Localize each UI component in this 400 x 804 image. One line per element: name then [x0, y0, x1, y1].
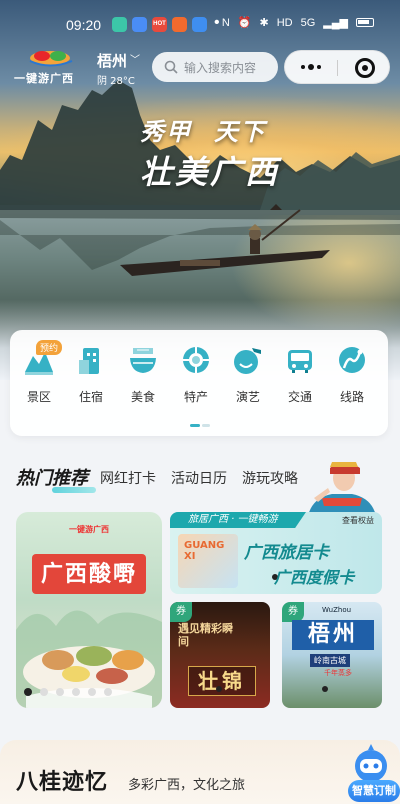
card-wuzhou[interactable]: 券 WuZhou 梧州 岭南古城 千年蒸多: [282, 602, 382, 708]
chevron-down-icon: ﹀: [130, 55, 141, 66]
hot-app-icon: HOT: [152, 17, 167, 32]
system-icons: N ⏰ ✱ HD 5G ▂▄▆: [222, 16, 374, 29]
category-food[interactable]: 美食: [118, 344, 168, 405]
mini-program-capsule: [284, 50, 390, 84]
category-performance[interactable]: 演艺: [223, 344, 273, 405]
smart-custom-button[interactable]: 智慧订制: [348, 780, 400, 802]
section-subtitle: 多彩广西，文化之旅: [128, 778, 246, 793]
route-icon: [339, 347, 365, 373]
banner-head: 旅居广西 · 一键畅游: [170, 512, 306, 528]
tab-travel-guide[interactable]: 游玩攻略: [242, 468, 298, 490]
coupon-badge: 券: [170, 602, 192, 622]
category-label: 景区: [26, 390, 51, 404]
thumb-text: GUANG XI: [184, 540, 225, 562]
city-selector[interactable]: 梧州 ﹀ 阴 28°C: [97, 50, 140, 87]
notification-app-icon: [132, 17, 147, 32]
slogan-main: 壮美广西: [140, 153, 281, 191]
guide-character-image: [308, 462, 376, 516]
carousel-dots: [24, 688, 112, 696]
specialty-icon: [183, 347, 209, 373]
card-title: 壮锦: [188, 666, 256, 696]
category-label: 演艺: [235, 390, 260, 404]
transport-icon: [288, 350, 312, 373]
search-placeholder: 输入搜索内容: [184, 60, 257, 75]
hotel-icon: [79, 348, 99, 374]
category-label: 交通: [287, 390, 312, 404]
weather: 阴 28°C: [97, 76, 135, 87]
logo-text: 一键游广西: [14, 72, 74, 85]
battery-icon: [356, 18, 374, 27]
section-title: 八桂迹忆: [16, 769, 109, 795]
category-scenic[interactable]: 预约 景区: [14, 340, 64, 405]
category-route[interactable]: 线路: [327, 344, 377, 405]
card-thumbnail: GUANG XI: [178, 534, 238, 588]
culture-section: 八桂迹忆 多彩广西，文化之旅: [0, 740, 400, 804]
category-grid: 预约 景区 住宿 美食 特产 演艺 交通 线路: [10, 330, 388, 436]
card-zhuang-brocade[interactable]: 券 遇见精彩瞬间 壮锦: [170, 602, 270, 708]
card-subtitle: 岭南古城: [310, 654, 350, 667]
category-label: 线路: [339, 390, 364, 404]
notification-app-icon: [112, 17, 127, 32]
card-membership-banner[interactable]: 旅居广西 · 一键畅游 查看权益 GUANG XI 广西旅居卡 广西度假卡: [170, 512, 382, 594]
tab-hot-recommend[interactable]: 热门推荐: [16, 464, 96, 493]
category-transport[interactable]: 交通: [275, 344, 325, 405]
card-title: 梧州: [292, 620, 374, 650]
card-tagline: 千年蒸多: [324, 669, 352, 677]
banner-line-1: 广西旅居卡: [244, 543, 329, 563]
category-specialty[interactable]: 特产: [171, 344, 221, 405]
tab-event-calendar[interactable]: 活动日历: [171, 468, 227, 490]
category-label: 特产: [183, 390, 208, 404]
hero-slogan: 秀甲 天下 壮美广西: [140, 112, 280, 193]
nfc-icon: N: [221, 16, 230, 29]
city-name: 梧州: [97, 52, 128, 70]
carousel-dot: [216, 686, 222, 692]
more-dot-icon: •: [214, 14, 220, 31]
category-label: 美食: [130, 390, 155, 404]
notification-app-icon: [172, 17, 187, 32]
banner-line-2: 广西度假卡: [274, 568, 355, 587]
card-english-title: WuZhou: [322, 606, 352, 614]
hd-icon: HD: [276, 16, 293, 29]
capsule-divider: [337, 60, 338, 76]
notification-icons: HOT •: [112, 14, 220, 32]
page-indicator: [190, 424, 210, 427]
slogan-part-2: 天下: [214, 117, 266, 146]
search-input[interactable]: 输入搜索内容: [152, 52, 278, 82]
hot-tabs: 热门推荐 网红打卡 活动日历 游玩攻略: [16, 462, 313, 493]
reserve-badge: 预约: [36, 340, 63, 355]
notification-app-icon: [192, 17, 207, 32]
status-time: 09:20: [66, 17, 102, 33]
food-icon: [130, 348, 156, 373]
slogan-part-1: 秀甲: [140, 117, 192, 146]
card-subtitle: 遇见精彩瞬间: [178, 622, 233, 648]
more-button[interactable]: [285, 51, 337, 83]
signal-icon: ▂▄▆: [323, 17, 348, 29]
category-hotel[interactable]: 住宿: [66, 344, 116, 405]
coupon-badge: 券: [282, 602, 304, 622]
card-brand: 一键游广西: [69, 525, 109, 534]
card-guangxi-sour[interactable]: 一键游广西 广西酸嘢: [16, 512, 162, 708]
card-title: 广西酸嘢: [32, 554, 146, 594]
status-bar: 09:20 HOT • N ⏰ ✱ HD 5G ▂▄▆: [0, 12, 400, 38]
search-icon: [164, 60, 178, 74]
carousel-dot: [322, 686, 328, 692]
performance-icon: [234, 348, 261, 374]
view-benefits-link[interactable]: 查看权益: [342, 515, 374, 526]
tab-checkin[interactable]: 网红打卡: [100, 468, 156, 490]
close-mini-program-button[interactable]: [355, 58, 375, 78]
5g-icon: 5G: [300, 16, 316, 29]
bluetooth-icon: ✱: [259, 17, 269, 29]
alarm-icon: ⏰: [237, 17, 252, 29]
category-label: 住宿: [78, 390, 103, 404]
